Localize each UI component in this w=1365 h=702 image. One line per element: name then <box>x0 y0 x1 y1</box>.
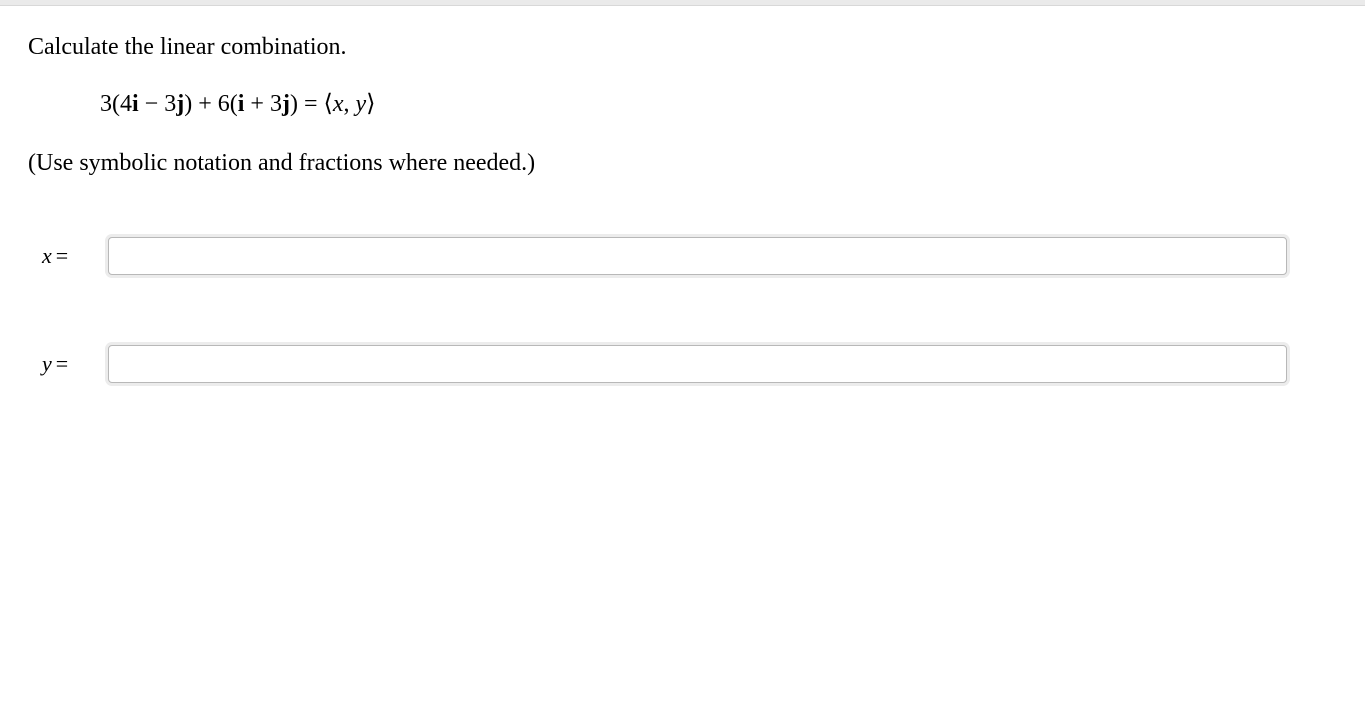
answer-label-y: y= <box>42 351 108 377</box>
answer-row-x: x= <box>28 237 1337 275</box>
answer-input-y[interactable] <box>108 345 1287 383</box>
answer-row-y: y= <box>28 345 1337 383</box>
question-prompt: Calculate the linear combination. <box>28 34 1337 61</box>
question-hint: (Use symbolic notation and fractions whe… <box>28 150 1337 177</box>
answer-label-x: x= <box>42 243 108 269</box>
answer-input-x[interactable] <box>108 237 1287 275</box>
question-equation: 3(4i − 3j) + 6(i + 3j) = ⟨x, y⟩ <box>100 89 1337 118</box>
question-content: Calculate the linear combination. 3(4i −… <box>0 6 1365 383</box>
